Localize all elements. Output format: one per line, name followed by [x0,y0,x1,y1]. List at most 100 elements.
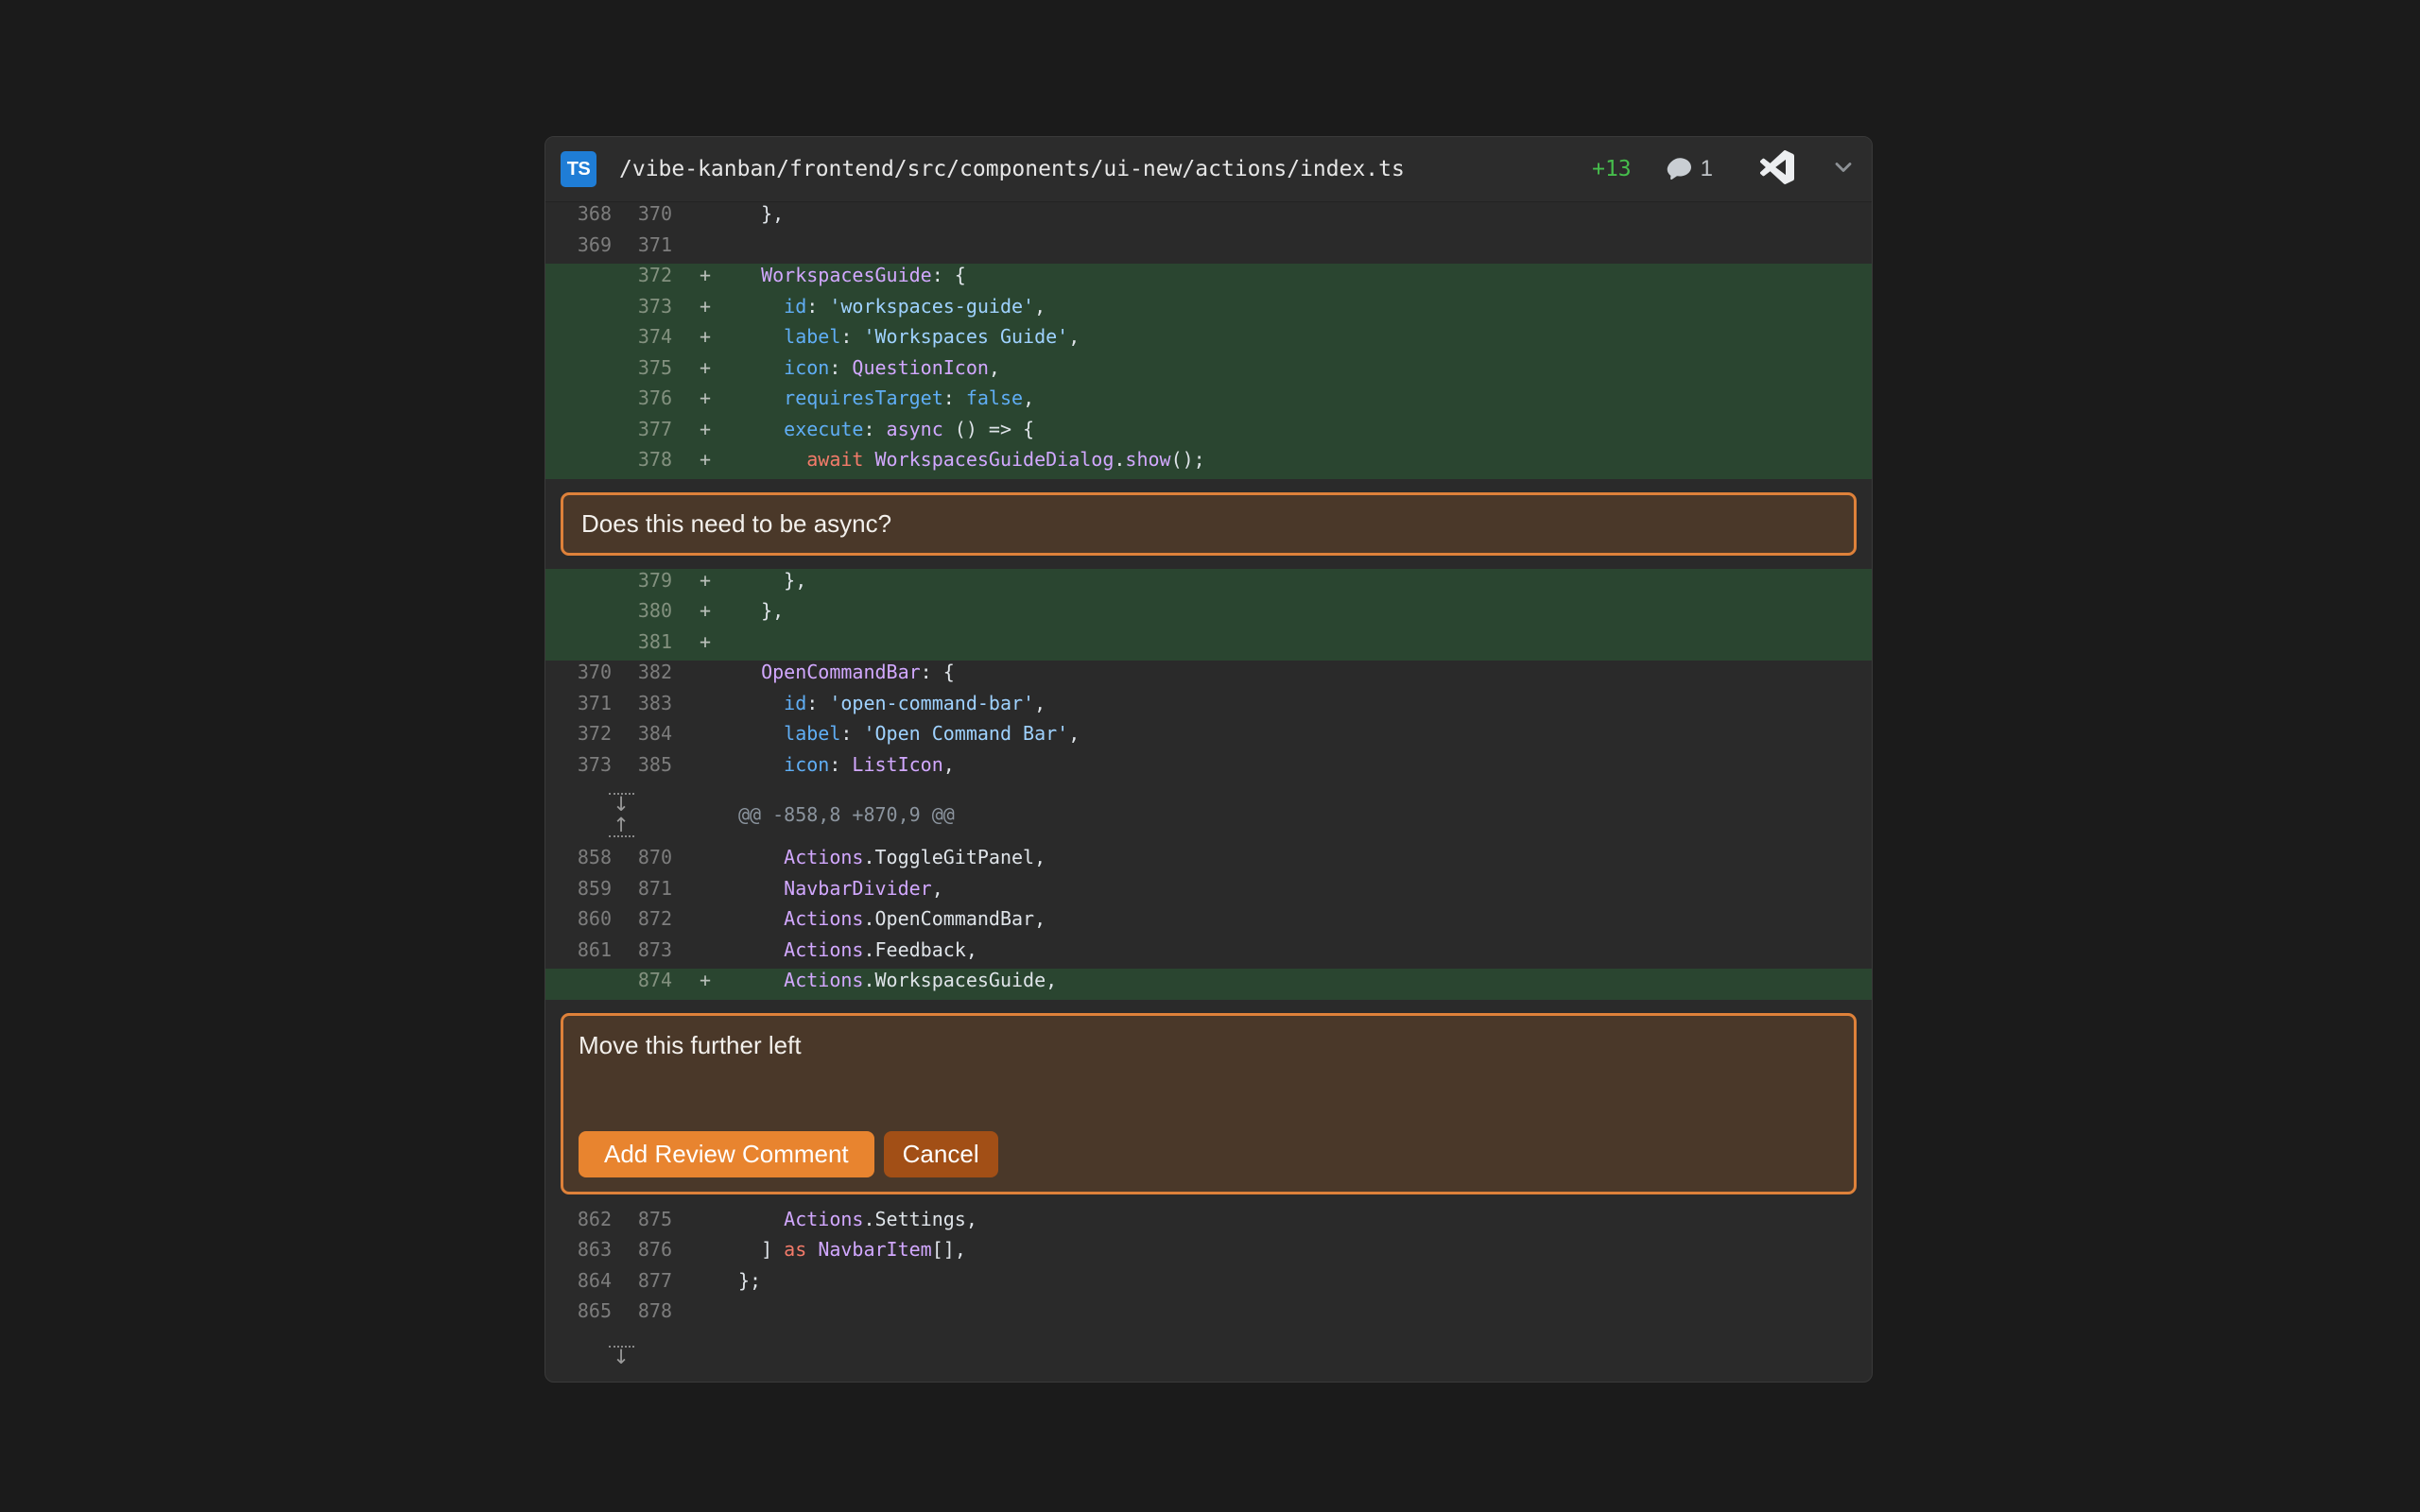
diff-line[interactable]: 372 + WorkspacesGuide: { [545,264,1872,295]
line-number-new: 874 [637,969,672,991]
add-marker [672,722,738,753]
line-number-old [545,418,612,449]
diff-line[interactable]: 860 872 Actions.OpenCommandBar, [545,907,1872,938]
code-token: , [1034,691,1046,714]
code-token: : [806,294,830,318]
arrow-up-icon: ↑ [613,813,630,836]
code-token: . [1114,448,1126,471]
code-token: .Feedback, [863,937,977,961]
diff-line[interactable]: 379 + }, [545,568,1872,600]
diff-line[interactable]: 368 370 }, [545,202,1872,233]
diff-line[interactable]: 376 + requiresTarget: false, [545,387,1872,418]
cancel-button[interactable]: Cancel [883,1130,998,1177]
line-content: Actions.WorkspacesGuide, [738,969,1872,1000]
diff-line[interactable]: 864 877}; [545,1269,1872,1300]
line-number-new: 871 [637,876,672,900]
line-content: }, [738,599,1872,630]
add-marker: + [699,568,712,592]
code-token: 'open-command-bar' [829,691,1035,714]
diff-line[interactable]: 375 + icon: QuestionIcon, [545,355,1872,387]
code-token: icon [738,355,830,379]
expander-gutter: ↓ ↑ [545,792,697,837]
add-marker [672,877,738,908]
expand-down-button[interactable]: ↓ [608,1346,634,1367]
code-token: }, [738,202,785,225]
line-content: }, [738,569,1872,600]
line-number-old: 371 [577,691,612,714]
add-marker: + [699,629,712,653]
chevron-down-icon [1830,154,1857,185]
expand-down-button[interactable]: ↓ [608,792,634,814]
diff-line[interactable]: 370 382 OpenCommandBar: { [545,661,1872,692]
diff-line[interactable]: 373 385 icon: ListIcon, [545,753,1872,784]
line-number-old [545,969,612,1000]
code-token: 'Workspaces Guide' [863,325,1069,348]
add-marker: + [699,325,712,348]
add-marker [672,846,738,877]
add-marker: + [699,417,712,440]
line-content: icon: ListIcon, [738,753,1872,784]
code-token: , [1068,722,1080,745]
code-token: id [738,294,807,318]
ts-icon: TS [561,151,596,187]
code-token: }, [738,568,807,592]
line-content: id: 'workspaces-guide', [738,295,1872,326]
line-number-old [545,448,612,479]
line-number-new: 374 [637,325,672,348]
diff-line[interactable]: 377 + execute: async () => { [545,417,1872,449]
additions-count: +13 [1592,157,1632,181]
comment-input[interactable]: Move this further left [579,1031,1839,1060]
code-token: icon [738,752,830,776]
diff-line[interactable]: 374 + label: 'Workspaces Guide', [545,325,1872,356]
expand-up-button[interactable]: ↑ [608,813,634,837]
add-review-comment-button[interactable]: Add Review Comment [579,1130,874,1177]
line-number-new: 876 [637,1238,672,1261]
diff-line[interactable]: 378 + await WorkspacesGuideDialog.show(); [545,448,1872,479]
collapse-button[interactable] [1830,154,1857,185]
code-token: Actions [784,846,864,868]
diff-line[interactable]: 381 + [545,629,1872,662]
code-token: id [738,691,807,714]
code-token: [], [931,1238,966,1261]
diff-line[interactable]: 861 873 Actions.Feedback, [545,938,1872,970]
code-token: Actions [784,937,864,961]
line-content [738,233,1872,265]
diff-line[interactable]: 858 870 Actions.ToggleGitPanel, [545,846,1872,877]
line-number-old: 863 [577,1238,612,1261]
diff-line[interactable]: 380 + }, [545,599,1872,630]
diff-line[interactable]: 369 371 [545,233,1872,265]
diff-line[interactable]: 862 875 Actions.Settings, [545,1208,1872,1239]
line-number-old: 368 [577,202,612,225]
line-number-old [545,599,612,630]
diff-line[interactable]: 372 384 label: 'Open Command Bar', [545,722,1872,753]
diff-line[interactable]: 371 383 id: 'open-command-bar', [545,692,1872,723]
code-token: : [863,417,887,440]
line-number-old [545,356,612,387]
code-token: : [840,325,864,348]
diff-line[interactable]: 373 + id: 'workspaces-guide', [545,294,1872,326]
file-path: /vibe-kanban/frontend/src/components/ui-… [619,157,1405,181]
line-number-new: 378 [637,448,672,471]
line-content [738,630,1872,662]
line-number-old [545,387,612,418]
code-token: , [1034,294,1046,318]
add-marker [672,753,738,784]
file-header: TS /vibe-kanban/frontend/src/components/… [545,137,1872,202]
diff-line[interactable]: 863 876 ] as NavbarItem[], [545,1238,1872,1269]
line-content: WorkspacesGuide: { [738,264,1872,295]
line-number-old [545,630,612,662]
code-token: }, [738,599,785,622]
diff-line[interactable]: 874 + Actions.WorkspacesGuide, [545,969,1872,1000]
diff-line[interactable]: 865 878 [545,1299,1872,1331]
code-token: .OpenCommandBar, [863,907,1046,930]
line-content: await WorkspacesGuideDialog.show(); [738,448,1872,479]
code-token: : { [920,661,955,683]
review-comment-bubble[interactable]: Does this need to be async? [561,491,1857,556]
code-token: execute [738,417,864,440]
diff-line[interactable]: 859 871 NavbarDivider, [545,877,1872,908]
diff-body: 368 370 }, 369 371 372 + WorkspacesGuide: {37… [545,202,1872,1382]
open-in-vscode-button[interactable] [1759,149,1794,189]
comment-count-badge[interactable]: 1 [1665,155,1713,183]
